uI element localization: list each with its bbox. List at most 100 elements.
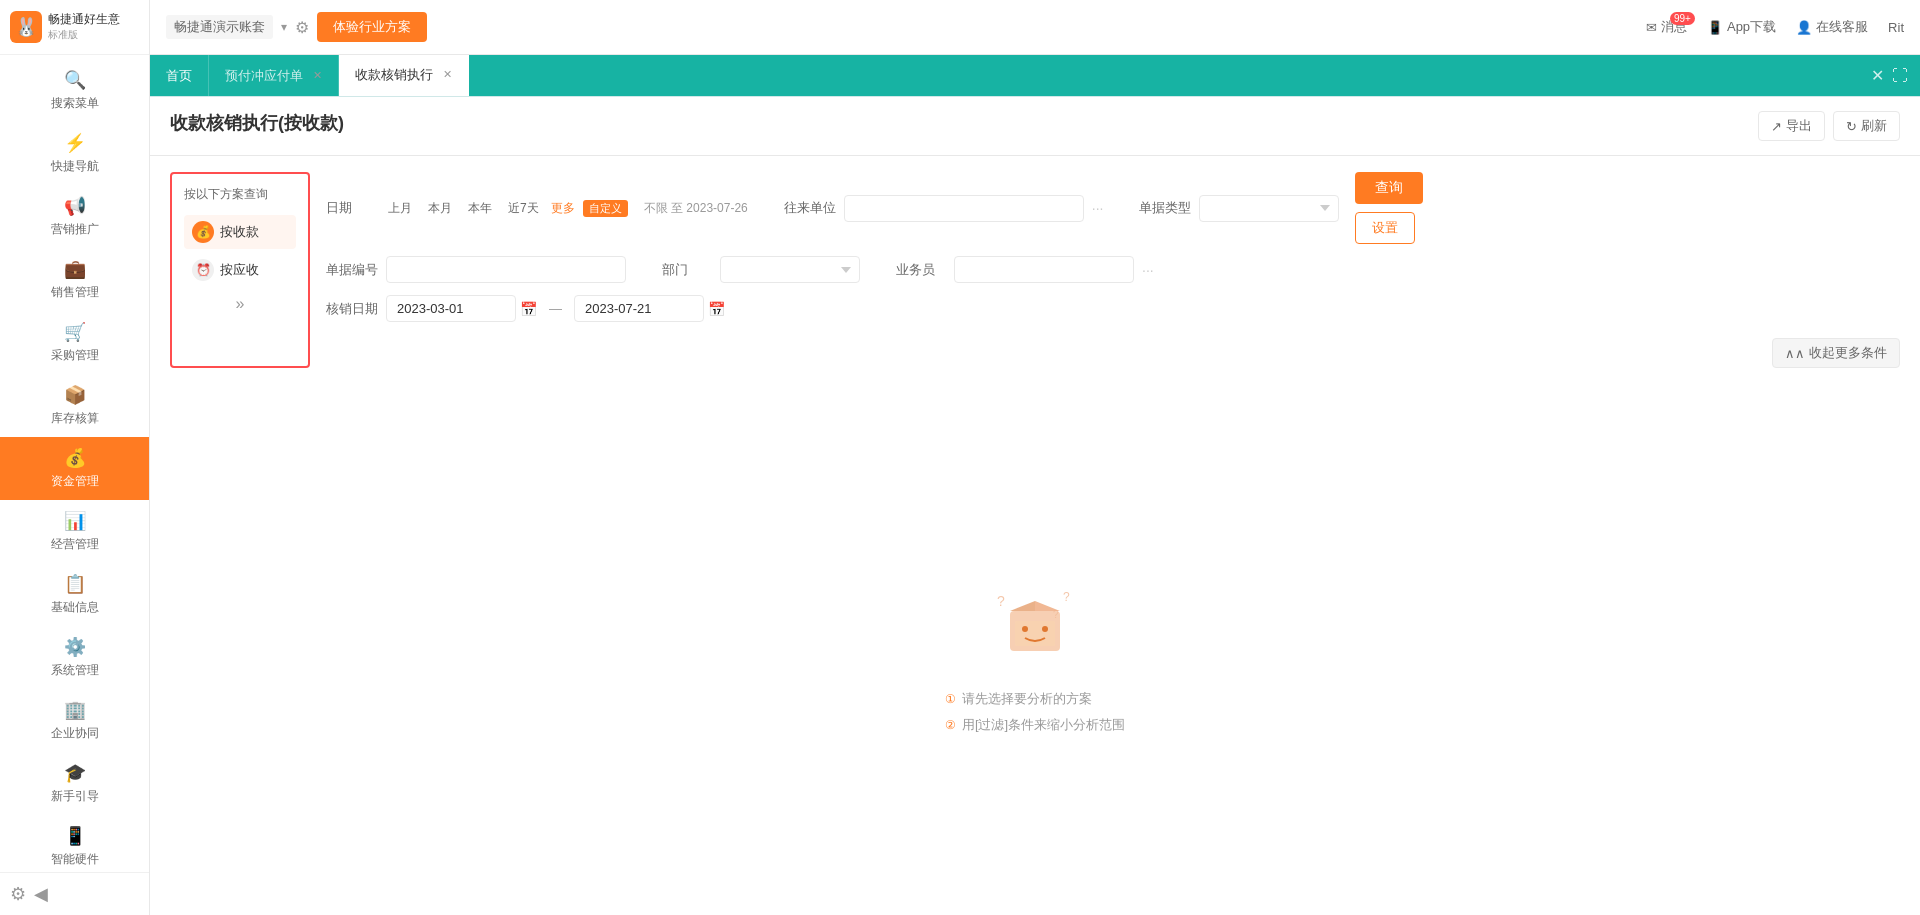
- salesman-more-icon[interactable]: ···: [1142, 262, 1154, 278]
- industry-solution-button[interactable]: 体验行业方案: [317, 12, 427, 42]
- topbar-gear-icon[interactable]: ⚙: [295, 18, 309, 37]
- sidebar-label-sales: 销售管理: [51, 284, 99, 301]
- bill-no-field: 单据编号: [326, 256, 626, 283]
- online-service-button[interactable]: 👤 在线客服: [1796, 18, 1868, 36]
- sidebar-item-search-menu[interactable]: 🔍搜索菜单: [0, 59, 149, 122]
- sidebar-item-finance[interactable]: 💰资金管理: [0, 437, 149, 500]
- filter-panel-collapse-btn[interactable]: »: [184, 295, 296, 313]
- refresh-icon: ↻: [1846, 119, 1857, 134]
- salesman-label: 业务员: [896, 261, 946, 279]
- refresh-button[interactable]: ↻ 刷新: [1833, 111, 1900, 141]
- company-selector[interactable]: 畅捷通演示账套: [166, 15, 273, 39]
- bill-type-select[interactable]: [1199, 195, 1339, 222]
- topbar-right: ✉ 消息 99+ 📱 App下载 👤 在线客服 Rit: [1646, 18, 1904, 36]
- date-shortcut-7days[interactable]: 近7天: [504, 198, 543, 219]
- system-icon: ⚙️: [64, 636, 86, 658]
- company-dropdown-icon[interactable]: ▾: [281, 20, 287, 34]
- page-header-actions: ↗ 导出 ↻ 刷新: [1758, 111, 1900, 155]
- tabbar: 首页 预付冲应付单 ✕ 收款核销执行 ✕ ✕ ⛶: [150, 55, 1920, 97]
- sidebar-item-marketing[interactable]: 📢营销推广: [0, 185, 149, 248]
- date-range-dash: —: [549, 301, 562, 316]
- fullscreen-tab-button[interactable]: ⛶: [1892, 67, 1908, 85]
- bill-no-input[interactable]: [386, 256, 626, 283]
- salesman-input[interactable]: [954, 256, 1134, 283]
- finance-icon: 💰: [64, 447, 86, 469]
- guide-icon: 🎓: [64, 762, 86, 784]
- filter-receivable-icon: ⏰: [192, 259, 214, 281]
- filter-option-by-receivable[interactable]: ⏰ 按应收: [184, 253, 296, 287]
- search-settings-button[interactable]: 设置: [1355, 212, 1415, 244]
- sales-icon: 💼: [64, 258, 86, 280]
- tab-home-label: 首页: [166, 67, 192, 85]
- sidebar-item-enterprise[interactable]: 🏢企业协同: [0, 689, 149, 752]
- collapse-sidebar-icon[interactable]: ◀: [34, 883, 48, 905]
- tab-receipt-offset[interactable]: 收款核销执行 ✕: [339, 55, 469, 96]
- verify-date-to-calendar-icon[interactable]: 📅: [708, 301, 725, 317]
- app-download-button[interactable]: 📱 App下载: [1707, 18, 1776, 36]
- sidebar-item-inventory[interactable]: 📦库存核算: [0, 374, 149, 437]
- sidebar-item-operation[interactable]: 📊经营管理: [0, 500, 149, 563]
- sidebar-item-basic-info[interactable]: 📋基础信息: [0, 563, 149, 626]
- sidebar-item-quick-nav[interactable]: ⚡快捷导航: [0, 122, 149, 185]
- verify-date-from-calendar-icon[interactable]: 📅: [520, 301, 537, 317]
- sidebar-item-hardware[interactable]: 📱智能硬件: [0, 815, 149, 872]
- logo-text: 畅捷通好生意: [48, 12, 120, 28]
- sidebar-item-system[interactable]: ⚙️系统管理: [0, 626, 149, 689]
- quick-nav-icon: ⚡: [64, 132, 86, 154]
- verify-date-label: 核销日期: [326, 300, 378, 318]
- hardware-icon: 📱: [64, 825, 86, 847]
- tab-prepay-close-icon[interactable]: ✕: [313, 69, 322, 82]
- tab-receipt-label: 收款核销执行: [355, 66, 433, 84]
- counterpart-label: 往来单位: [784, 199, 836, 217]
- query-actions: 查询 设置: [1355, 172, 1423, 244]
- verify-date-from-input[interactable]: [386, 295, 516, 322]
- close-tab-button[interactable]: ✕: [1871, 66, 1884, 85]
- query-button[interactable]: 查询: [1355, 172, 1423, 204]
- sidebar-item-guide[interactable]: 🎓新手引导: [0, 752, 149, 815]
- tab-home[interactable]: 首页: [150, 55, 209, 96]
- date-shortcut-this-month[interactable]: 本月: [424, 198, 456, 219]
- empty-illustration-svg: ? ? ?: [985, 566, 1085, 666]
- filter-search-area: 按以下方案查询 💰 按收款 ⏰ 按应收 » 日期: [150, 156, 1920, 384]
- svg-point-5: [1042, 626, 1048, 632]
- tip2-text: 用[过滤]条件来缩小分析范围: [962, 716, 1125, 734]
- empty-tip2: ② 用[过滤]条件来缩小分析范围: [945, 716, 1125, 734]
- sidebar-item-sales[interactable]: 💼 销售管理: [0, 248, 149, 311]
- sidebar-nav: 🔍搜索菜单⚡快捷导航📢营销推广 💼 销售管理 🛒采购管理📦库存核算💰资金管理📊经营管理…: [0, 55, 149, 872]
- sidebar-item-purchase[interactable]: 🛒采购管理: [0, 311, 149, 374]
- sidebar-label-operation: 经营管理: [51, 536, 99, 553]
- message-button[interactable]: ✉ 消息 99+: [1646, 18, 1687, 36]
- empty-illustration: ? ? ?: [985, 566, 1085, 670]
- svg-text:?: ?: [997, 593, 1005, 609]
- service-icon: 👤: [1796, 20, 1812, 35]
- tab-prepay-offset[interactable]: 预付冲应付单 ✕: [209, 55, 339, 96]
- date-shortcut-last-month[interactable]: 上月: [384, 198, 416, 219]
- svg-marker-1: [1010, 601, 1035, 611]
- date-more-button[interactable]: 更多: [551, 200, 575, 217]
- tab-receipt-close-icon[interactable]: ✕: [443, 68, 452, 81]
- verify-date-from-field: 📅: [386, 295, 537, 322]
- verify-date-to-input[interactable]: [574, 295, 704, 322]
- settings-icon[interactable]: ⚙: [10, 883, 26, 905]
- basic-info-icon: 📋: [64, 573, 86, 595]
- search-form-row1: 日期 上月 本月 本年 近7天 更多 自定义 不限 至 2023-07-26: [326, 172, 1900, 244]
- empty-tips: ① 请先选择要分析的方案 ② 用[过滤]条件来缩小分析范围: [945, 690, 1125, 734]
- search-form: 日期 上月 本月 本年 近7天 更多 自定义 不限 至 2023-07-26: [326, 172, 1900, 368]
- sidebar-label-inventory: 库存核算: [51, 410, 99, 427]
- user-name[interactable]: Rit: [1888, 20, 1904, 35]
- export-button[interactable]: ↗ 导出: [1758, 111, 1825, 141]
- message-icon: ✉: [1646, 20, 1657, 35]
- counterpart-input[interactable]: [844, 195, 1084, 222]
- collapse-conditions-row: ∧∧ 收起更多条件: [326, 338, 1900, 368]
- counterpart-more-icon[interactable]: ···: [1092, 200, 1104, 216]
- counterpart-field: 往来单位 ···: [784, 195, 1104, 222]
- dept-select[interactable]: [720, 256, 860, 283]
- salesman-field: 业务员 ···: [896, 256, 1154, 283]
- filter-option-by-receipt[interactable]: 💰 按收款: [184, 215, 296, 249]
- empty-state: ? ? ? ① 请先选择要分析的方案 ② 用[过滤]条件来缩小分析范围: [150, 384, 1920, 915]
- date-shortcut-this-year[interactable]: 本年: [464, 198, 496, 219]
- page-body: 收款核销执行(按收款) ↗ 导出 ↻ 刷新 按以下方案查询 💰 按收款: [150, 97, 1920, 915]
- collapse-conditions-button[interactable]: ∧∧ 收起更多条件: [1772, 338, 1900, 368]
- date-label: 日期: [326, 199, 376, 217]
- app-icon: 📱: [1707, 20, 1723, 35]
